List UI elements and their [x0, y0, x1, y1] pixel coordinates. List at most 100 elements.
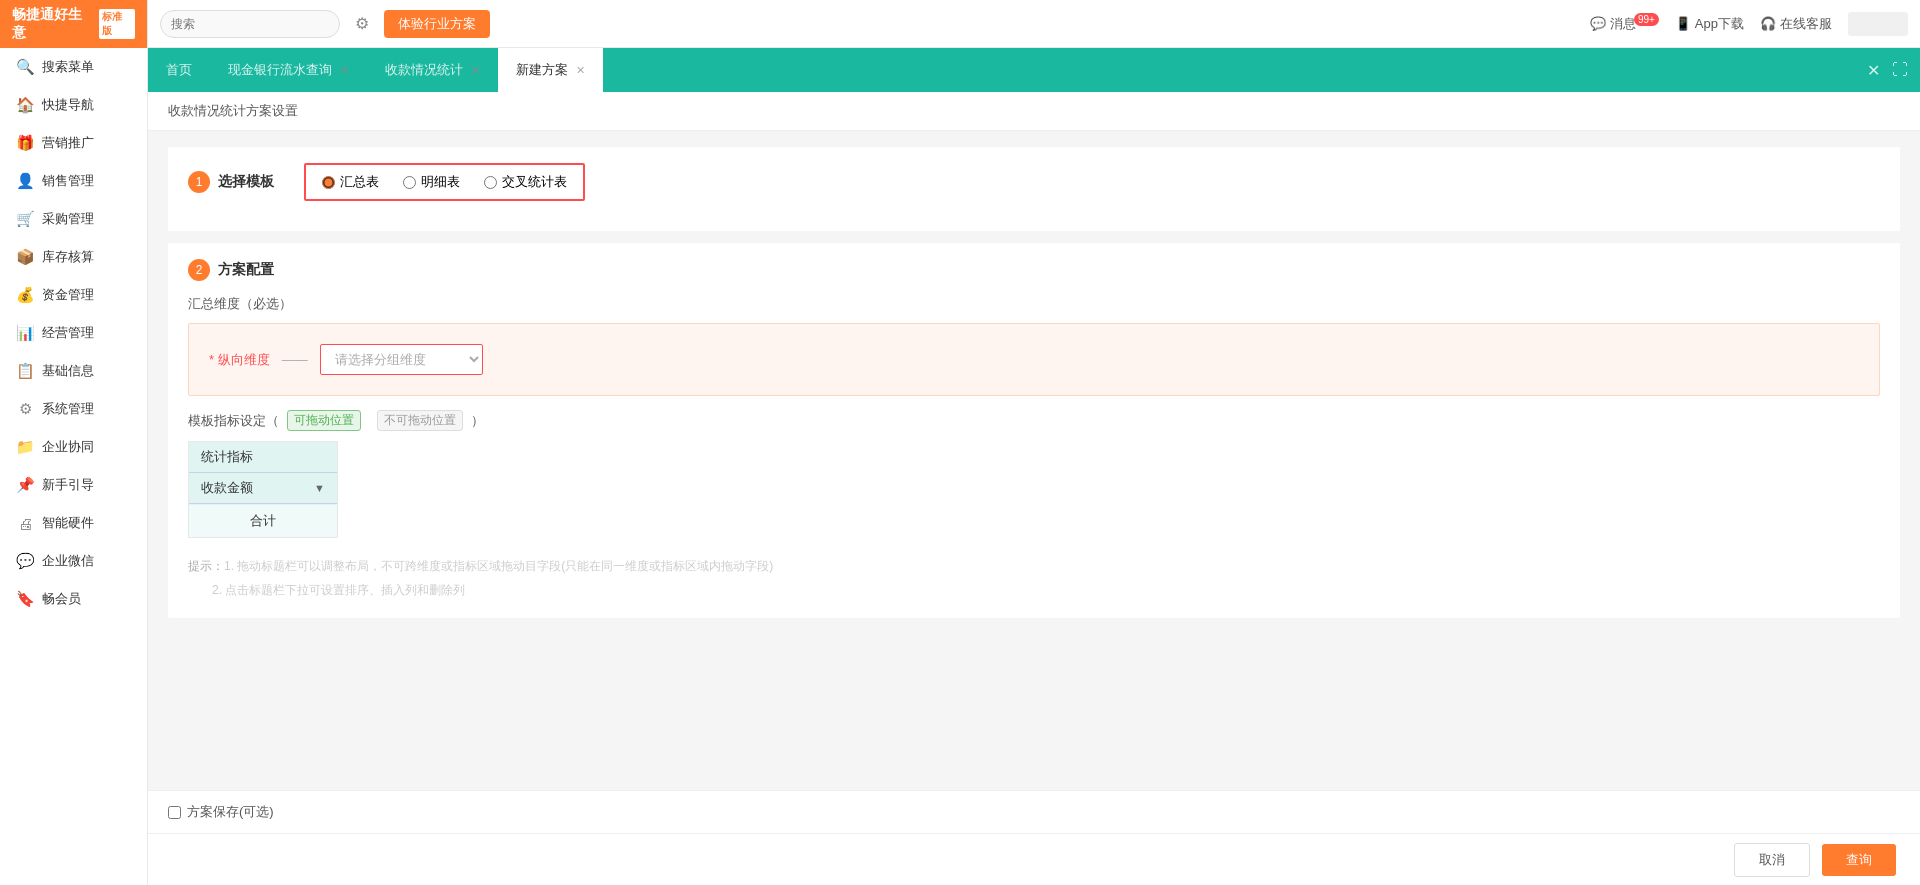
sidebar-item-search[interactable]: 🔍 搜索菜单	[0, 48, 147, 86]
chevron-down-icon[interactable]: ▼	[314, 482, 325, 494]
radio-detail[interactable]	[403, 176, 416, 189]
pin-icon: 📌	[16, 476, 34, 494]
logo-text: 畅捷通好生意	[12, 6, 95, 42]
download-label: App下载	[1695, 15, 1744, 33]
home-icon: 🏠	[16, 96, 34, 114]
sidebar-item-sales[interactable]: 👤 销售管理	[0, 162, 147, 200]
service-label: 在线客服	[1780, 15, 1832, 33]
maximize-icon[interactable]: ⛶	[1892, 61, 1908, 79]
user-avatar[interactable]	[1848, 12, 1908, 36]
sidebar-label: 搜索菜单	[42, 58, 94, 76]
tab-cash-flow[interactable]: 现金银行流水查询 ✕	[210, 48, 367, 92]
step2-circle: 2	[188, 259, 210, 281]
close-tab-icon[interactable]: ✕	[340, 64, 349, 77]
download-action[interactable]: 📱 App下载	[1675, 15, 1744, 33]
save-checkbox[interactable]	[168, 806, 181, 819]
sidebar-item-inventory[interactable]: 📦 库存核算	[0, 238, 147, 276]
option-label: 交叉统计表	[502, 173, 567, 191]
close-tab-icon[interactable]: ✕	[471, 64, 480, 77]
non-draggable-badge: 不可拖动位置	[377, 410, 463, 431]
save-checkbox-label[interactable]: 方案保存(可选)	[168, 803, 1900, 821]
step2-title: 方案配置	[218, 261, 274, 279]
tab-new-plan[interactable]: 新建方案 ✕	[498, 48, 603, 92]
tab-label: 新建方案	[516, 61, 568, 79]
tab-label: 现金银行流水查询	[228, 61, 332, 79]
search-input[interactable]	[160, 10, 340, 38]
sidebar-label: 经营管理	[42, 324, 94, 342]
sidebar-item-hardware[interactable]: 🖨 智能硬件	[0, 504, 147, 542]
dimension-select[interactable]: 请选择分组维度	[320, 344, 483, 375]
sidebar-item-guide[interactable]: 📌 新手引导	[0, 466, 147, 504]
close-tab-icon[interactable]: ✕	[576, 64, 585, 77]
footer-bar: 取消 查询	[148, 833, 1920, 885]
sidebar-label: 资金管理	[42, 286, 94, 304]
sidebar-item-member[interactable]: 🔖 畅会员	[0, 580, 147, 618]
sidebar-item-marketing[interactable]: 🎁 营销推广	[0, 124, 147, 162]
indicator-name-row[interactable]: 收款金额 ▼	[189, 473, 337, 504]
message-icon: 💬	[1590, 16, 1606, 31]
header-left: ⚙ 体验行业方案	[160, 10, 490, 38]
tab-receipts[interactable]: 收款情况统计 ✕	[367, 48, 498, 92]
save-label: 方案保存(可选)	[187, 803, 274, 821]
content-area: 收款情况统计方案设置 1 选择模板 汇总表	[148, 92, 1920, 833]
sidebar-item-management[interactable]: 📊 经营管理	[0, 314, 147, 352]
page-title: 收款情况统计方案设置	[148, 92, 1920, 131]
sidebar-label: 智能硬件	[42, 514, 94, 532]
dimension-row: * 纵向维度 —— 请选择分组维度	[209, 344, 1859, 375]
sidebar-item-system[interactable]: ⚙ 系统管理	[0, 390, 147, 428]
form-body: 1 选择模板 汇总表 明细表	[148, 131, 1920, 790]
search-icon: 🔍	[16, 58, 34, 76]
option-label: 汇总表	[340, 173, 379, 191]
sidebar-label: 新手引导	[42, 476, 94, 494]
sidebar-item-finance[interactable]: 💰 资金管理	[0, 276, 147, 314]
sidebar-label: 库存核算	[42, 248, 94, 266]
gear-icon[interactable]: ⚙	[348, 10, 376, 38]
message-action[interactable]: 💬 消息 99+	[1590, 15, 1659, 33]
user-icon: 👤	[16, 172, 34, 190]
service-action[interactable]: 🎧 在线客服	[1760, 15, 1832, 33]
option-cross[interactable]: 交叉统计表	[484, 173, 567, 191]
sidebar-label: 快捷导航	[42, 96, 94, 114]
top-header: ⚙ 体验行业方案 💬 消息 99+ 📱 App下载 🎧 在线客服	[148, 0, 1920, 48]
query-button[interactable]: 查询	[1822, 844, 1896, 876]
printer-icon: 🖨	[16, 514, 34, 532]
cancel-button[interactable]: 取消	[1734, 843, 1810, 877]
sidebar-label: 营销推广	[42, 134, 94, 152]
vertical-label: * 纵向维度	[209, 351, 270, 369]
folder-icon: 📁	[16, 438, 34, 456]
close-window-icon[interactable]: ✕	[1867, 61, 1880, 80]
sidebar-item-home[interactable]: 🏠 快捷导航	[0, 86, 147, 124]
tab-bar-end: ✕ ⛶	[1855, 61, 1920, 80]
step1-header: 1 选择模板 汇总表 明细表	[188, 163, 1880, 201]
step2-header: 2 方案配置	[188, 259, 1880, 281]
logo-badge: 标准版	[99, 9, 135, 39]
chat-icon: 💬	[16, 552, 34, 570]
tip-2: 2. 点击标题栏下拉可设置排序、插入列和删除列	[188, 578, 1880, 602]
message-badge: 99+	[1634, 13, 1659, 26]
step2-section: 2 方案配置 汇总维度（必选） * 纵向维度 —— 请选择分组维度 模板	[168, 243, 1900, 618]
draggable-badge: 可拖动位置	[287, 410, 361, 431]
dimension-area: * 纵向维度 —— 请选择分组维度	[188, 323, 1880, 396]
sidebar-item-wechat[interactable]: 💬 企业微信	[0, 542, 147, 580]
save-bar: 方案保存(可选)	[148, 790, 1920, 833]
sidebar-label: 基础信息	[42, 362, 94, 380]
box-icon: 📦	[16, 248, 34, 266]
cart-icon: 🛒	[16, 210, 34, 228]
header-right: 💬 消息 99+ 📱 App下载 🎧 在线客服	[1590, 12, 1908, 36]
sidebar-item-purchase[interactable]: 🛒 采购管理	[0, 200, 147, 238]
settings-icon: ⚙	[16, 400, 34, 418]
download-icon: 📱	[1675, 16, 1691, 31]
sidebar-item-enterprise[interactable]: 📁 企业协同	[0, 428, 147, 466]
arrow-icon: ——	[282, 352, 308, 367]
sidebar-item-basic[interactable]: 📋 基础信息	[0, 352, 147, 390]
option-summary[interactable]: 汇总表	[322, 173, 379, 191]
list-icon: 📋	[16, 362, 34, 380]
option-detail[interactable]: 明细表	[403, 173, 460, 191]
sidebar-label: 销售管理	[42, 172, 94, 190]
sidebar-label: 企业协同	[42, 438, 94, 456]
tab-home[interactable]: 首页	[148, 48, 210, 92]
trial-button[interactable]: 体验行业方案	[384, 10, 490, 38]
radio-summary[interactable]	[322, 176, 335, 189]
summary-dimension-label: 汇总维度（必选）	[188, 295, 1880, 313]
radio-cross[interactable]	[484, 176, 497, 189]
